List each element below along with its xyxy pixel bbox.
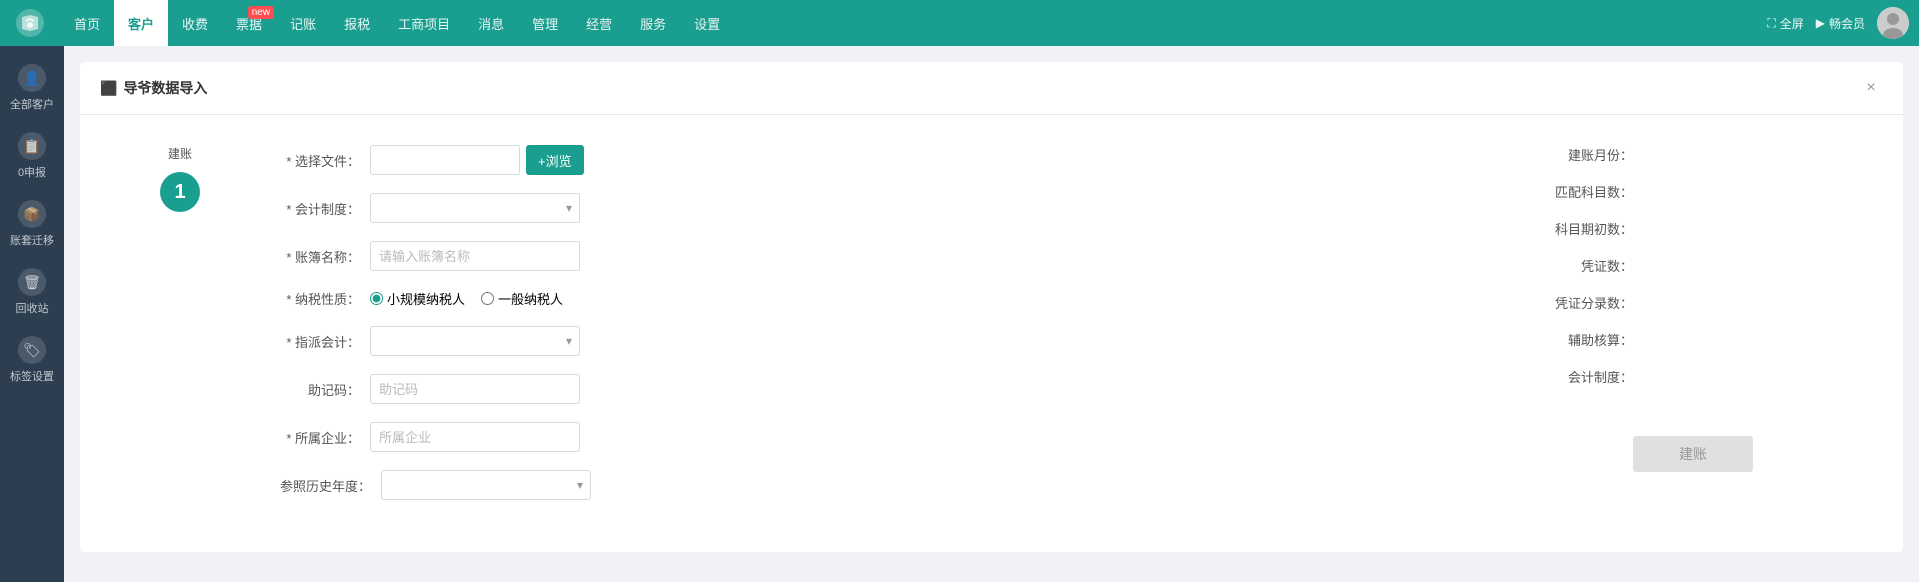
accounting-select-wrapper	[370, 193, 580, 223]
memo-label: 助记码：	[280, 380, 360, 399]
nav-bookkeeping[interactable]: 记账	[276, 0, 330, 46]
sidebar-item-tags[interactable]: 🏷 标签设置	[0, 328, 64, 392]
nav-right: ⛶ 全屏 ▶ 畅会员	[1767, 7, 1909, 39]
fullscreen-icon: ⛶	[1767, 16, 1775, 31]
nav-tax[interactable]: 报税	[330, 0, 384, 46]
migrate-icon: 📦	[18, 200, 46, 228]
right-info-section: 建账月份： 匹配科目数： 科目期初数： 凭证数：	[1543, 145, 1843, 518]
nav-items: 首页 客户 收费 票据 new 记账 报税 工商项目 消息 管理 经营 服务 设…	[60, 0, 1767, 46]
sidebar-item-recycle[interactable]: 🗑 回收站	[0, 260, 64, 324]
tax-label: * 纳税性质：	[280, 289, 360, 308]
match-label: 匹配科目数：	[1543, 182, 1633, 201]
file-input[interactable]	[370, 145, 520, 175]
form-section: * 选择文件： +浏览 * 会计制度：	[280, 145, 1483, 518]
layout: 👤 全部客户 📋 0申报 📦 账套迁移 🗑 回收站 🏷 标签设置 ⬛ 导爷数	[0, 46, 1919, 582]
voucher-entries-row: 凭证分录数：	[1543, 293, 1843, 312]
tax-row: * 纳税性质： 小规模纳税人 一般纳税人	[280, 289, 1483, 308]
nav-manage[interactable]: 管理	[518, 0, 572, 46]
accounting-label: * 会计制度：	[280, 199, 360, 218]
nav-fee[interactable]: 收费	[168, 0, 222, 46]
auxiliary-label: 辅助核算：	[1543, 330, 1633, 349]
accountant-label: * 指派会计：	[280, 332, 360, 351]
all-customers-icon: 👤	[18, 64, 46, 92]
import-icon: ⬛	[100, 80, 117, 97]
voucher-label: 凭证数：	[1543, 256, 1633, 275]
accountant-select-wrapper	[370, 326, 580, 356]
company-row: * 所属企业：	[280, 422, 1483, 452]
tax-small-radio[interactable]	[370, 292, 383, 305]
build-btn-row: 建账	[1543, 426, 1843, 472]
file-row: * 选择文件： +浏览	[280, 145, 1483, 175]
match-row: 匹配科目数：	[1543, 182, 1843, 201]
nav-ticket[interactable]: 票据 new	[222, 0, 276, 46]
zero-report-icon: 📋	[18, 132, 46, 160]
nav-operation[interactable]: 经营	[572, 0, 626, 46]
nav-message[interactable]: 消息	[464, 0, 518, 46]
new-badge: new	[248, 6, 274, 19]
auxiliary-row: 辅助核算：	[1543, 330, 1843, 349]
top-nav: 首页 客户 收费 票据 new 记账 报税 工商项目 消息 管理 经营 服务 设…	[0, 0, 1919, 46]
card-header: ⬛ 导爷数据导入 ×	[80, 62, 1903, 115]
tags-icon: 🏷	[18, 336, 46, 364]
month-label: 建账月份：	[1543, 145, 1633, 164]
tax-small-label[interactable]: 小规模纳税人	[370, 289, 465, 308]
recycle-icon: 🗑	[18, 268, 46, 296]
close-button[interactable]: ×	[1859, 76, 1883, 100]
history-label: 参照历史年度：	[280, 476, 371, 495]
step-circle: 1	[160, 172, 200, 212]
file-label: * 选择文件：	[280, 151, 360, 170]
voucher-entries-label: 凭证分录数：	[1543, 293, 1633, 312]
app-logo	[10, 3, 50, 43]
tax-general-label[interactable]: 一般纳税人	[481, 289, 563, 308]
memo-input[interactable]	[370, 374, 580, 404]
tax-general-radio[interactable]	[481, 292, 494, 305]
nav-home[interactable]: 首页	[60, 0, 114, 46]
accounting-row: * 会计制度：	[280, 193, 1483, 223]
company-label: * 所属企业：	[280, 428, 360, 447]
sidebar-item-zero-report[interactable]: 📋 0申报	[0, 124, 64, 188]
nav-customer[interactable]: 客户	[114, 0, 168, 46]
period-label: 科目期初数：	[1543, 219, 1633, 238]
company-input[interactable]	[370, 422, 580, 452]
build-account-button[interactable]: 建账	[1633, 436, 1753, 472]
step-indicator: 建账 1	[140, 145, 220, 518]
ledger-input[interactable]	[370, 241, 580, 271]
history-select[interactable]	[381, 470, 591, 500]
accountant-row: * 指派会计：	[280, 326, 1483, 356]
nav-service[interactable]: 服务	[626, 0, 680, 46]
month-row: 建账月份：	[1543, 145, 1843, 164]
accounting-system-label: 会计制度：	[1543, 367, 1633, 386]
form-area: 建账 1 * 选择文件： +浏览 * 会计制度：	[80, 115, 1903, 548]
vip-button[interactable]: ▶ 畅会员	[1816, 15, 1865, 32]
accountant-select[interactable]	[370, 326, 580, 356]
step-label: 建账	[168, 145, 192, 162]
accounting-select[interactable]	[370, 193, 580, 223]
avatar[interactable]	[1877, 7, 1909, 39]
ledger-label: * 账簿名称：	[280, 247, 360, 266]
history-row: 参照历史年度：	[280, 470, 1483, 500]
nav-settings[interactable]: 设置	[680, 0, 734, 46]
browse-button[interactable]: +浏览	[526, 145, 584, 175]
accounting-system-row: 会计制度：	[1543, 367, 1843, 386]
memo-row: 助记码：	[280, 374, 1483, 404]
main-content: ⬛ 导爷数据导入 × 建账 1 * 选择文件：	[64, 46, 1919, 582]
tax-radio-group: 小规模纳税人 一般纳税人	[370, 289, 563, 308]
fullscreen-button[interactable]: ⛶ 全屏	[1767, 15, 1803, 32]
ledger-row: * 账簿名称：	[280, 241, 1483, 271]
modal-card: ⬛ 导爷数据导入 × 建账 1 * 选择文件：	[80, 62, 1903, 552]
sidebar: 👤 全部客户 📋 0申报 📦 账套迁移 🗑 回收站 🏷 标签设置	[0, 46, 64, 582]
card-title: ⬛ 导爷数据导入	[100, 78, 207, 98]
history-select-wrapper	[381, 470, 591, 500]
nav-industry[interactable]: 工商项目	[384, 0, 464, 46]
period-row: 科目期初数：	[1543, 219, 1843, 238]
sidebar-item-migrate[interactable]: 📦 账套迁移	[0, 192, 64, 256]
file-input-group: +浏览	[370, 145, 584, 175]
vip-icon: ▶	[1816, 16, 1825, 30]
voucher-row: 凭证数：	[1543, 256, 1843, 275]
sidebar-item-all-customers[interactable]: 👤 全部客户	[0, 56, 64, 120]
